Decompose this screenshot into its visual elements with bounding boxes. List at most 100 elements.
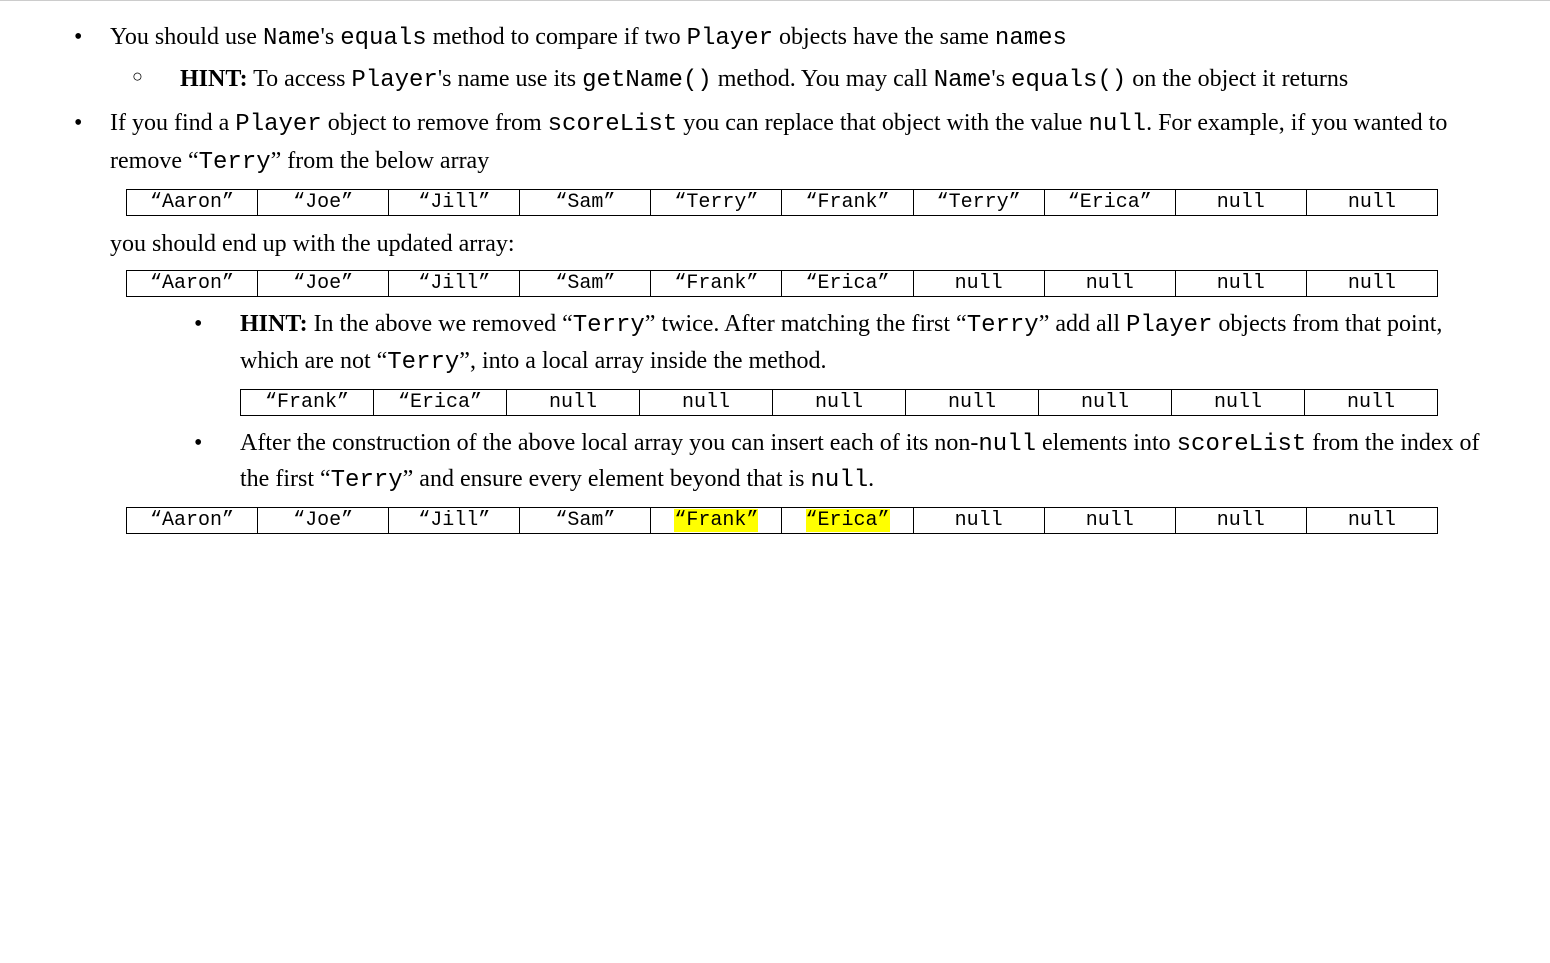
text: 's (321, 24, 341, 50)
array-cell: null (1175, 190, 1306, 216)
code-text: Terry (967, 312, 1039, 339)
array-cell: “Joe” (258, 508, 389, 534)
bullet-item: After the construction of the above loca… (60, 426, 1490, 500)
array-cell: “Frank” (241, 389, 374, 415)
code-text: null (978, 431, 1036, 458)
array-cell: “Aaron” (127, 508, 258, 534)
code-text: Player (687, 25, 773, 52)
array-cell: null (906, 389, 1039, 415)
array-cell: “Terry” (651, 190, 782, 216)
text: objects have the same (773, 24, 995, 50)
array-cell: null (1044, 508, 1175, 534)
text: ” and ensure every element beyond that i… (403, 466, 811, 492)
code-text: Player (235, 111, 321, 138)
array-table-4: “Aaron”“Joe”“Jill”“Sam”“Frank”“Erica”nul… (126, 507, 1438, 534)
code-text: equals() (1011, 67, 1126, 94)
outer-list: You should use Name's equals method to c… (60, 19, 1490, 181)
array-cell: null (1039, 389, 1172, 415)
array-cell: “Jill” (389, 190, 520, 216)
array-cell: “Jill” (389, 508, 520, 534)
hint-label: HINT: (180, 66, 248, 92)
text: 's name use its (438, 66, 582, 92)
array-cell: “Sam” (520, 190, 651, 216)
code-text: names (995, 25, 1067, 52)
array-cell: “Jill” (389, 271, 520, 297)
text: If you find a (110, 110, 235, 136)
code-text: Player (351, 67, 437, 94)
array-cell: null (1306, 271, 1437, 297)
array-cell: “Erica” (374, 389, 507, 415)
text: elements into (1036, 430, 1177, 456)
text: on the object it returns (1126, 66, 1348, 92)
code-text: scoreList (1177, 431, 1307, 458)
array-cell: “Sam” (520, 508, 651, 534)
text: ” add all (1039, 311, 1126, 337)
bullet-item: You should use Name's equals method to c… (60, 19, 1490, 99)
code-text: Player (1126, 312, 1212, 339)
array-cell: null (913, 271, 1044, 297)
hint-label: HINT: (240, 311, 308, 337)
array-cell: null (1306, 508, 1437, 534)
array-cell: “Joe” (258, 190, 389, 216)
array-cell: null (1044, 271, 1175, 297)
code-text: getName() (582, 67, 712, 94)
array-table-3: “Frank”“Erica”nullnullnullnullnullnullnu… (240, 389, 1438, 416)
array-cell: null (913, 508, 1044, 534)
table-row: “Aaron”“Joe”“Jill”“Sam”“Terry”“Frank”“Te… (127, 190, 1438, 216)
array-cell: “Aaron” (127, 271, 258, 297)
table-row: “Aaron”“Joe”“Jill”“Sam”“Frank”“Erica”nul… (127, 508, 1438, 534)
text: ” from the below array (271, 148, 490, 174)
bullet-item: HINT: In the above we removed “Terry” tw… (60, 307, 1490, 381)
bullet-item: If you find a Player object to remove fr… (60, 105, 1490, 181)
code-text: Terry (331, 467, 403, 494)
array-cell: null (640, 389, 773, 415)
text: you can replace that object with the val… (677, 110, 1088, 136)
sub-bullet-item: HINT: To access Player's name use its ge… (110, 61, 1490, 99)
array-table-2: “Aaron”“Joe”“Jill”“Sam”“Frank”“Erica”nul… (126, 270, 1438, 297)
array-cell: “Frank” (651, 271, 782, 297)
array-cell: “Frank” (651, 508, 782, 534)
text: object to remove from (322, 110, 548, 136)
array-table-1: “Aaron”“Joe”“Jill”“Sam”“Terry”“Frank”“Te… (126, 189, 1438, 216)
text: ” twice. After matching the first “ (645, 311, 967, 337)
code-text: null (1088, 111, 1146, 138)
text: . (868, 466, 874, 492)
array-cell: null (1172, 389, 1305, 415)
text: method to compare if two (427, 24, 687, 50)
text: method. You may call (712, 66, 934, 92)
text: ”, into a local array inside the method. (459, 348, 826, 374)
array-cell: null (1305, 389, 1438, 415)
code-text: Terry (199, 149, 271, 176)
array-cell: “Frank” (782, 190, 913, 216)
body-text: you should end up with the updated array… (110, 226, 1490, 262)
array-cell: null (1175, 271, 1306, 297)
code-text: Terry (573, 312, 645, 339)
table-row: “Aaron”“Joe”“Jill”“Sam”“Frank”“Erica”nul… (127, 271, 1438, 297)
text: In the above we removed “ (308, 311, 573, 337)
array-cell: “Terry” (913, 190, 1044, 216)
code-text: Name (934, 67, 992, 94)
array-cell: “Erica” (782, 508, 913, 534)
table-row: “Frank”“Erica”nullnullnullnullnullnullnu… (241, 389, 1438, 415)
inner-list: HINT: In the above we removed “Terry” tw… (60, 307, 1490, 381)
inner-list: After the construction of the above loca… (60, 426, 1490, 500)
sub-list: HINT: To access Player's name use its ge… (110, 61, 1490, 99)
array-cell: “Erica” (1044, 190, 1175, 216)
array-cell: null (507, 389, 640, 415)
text: You should use (110, 24, 263, 50)
code-text: null (811, 467, 869, 494)
array-cell: null (773, 389, 906, 415)
array-cell: “Erica” (782, 271, 913, 297)
text: After the construction of the above loca… (240, 430, 978, 456)
code-text: scoreList (548, 111, 678, 138)
text: 's (991, 66, 1011, 92)
array-cell: “Sam” (520, 271, 651, 297)
array-cell: null (1306, 190, 1437, 216)
code-text: Terry (387, 349, 459, 376)
code-text: Name (263, 25, 321, 52)
array-cell: “Joe” (258, 271, 389, 297)
text: To access (248, 66, 352, 92)
code-text: equals (340, 25, 426, 52)
array-cell: null (1175, 508, 1306, 534)
array-cell: “Aaron” (127, 190, 258, 216)
